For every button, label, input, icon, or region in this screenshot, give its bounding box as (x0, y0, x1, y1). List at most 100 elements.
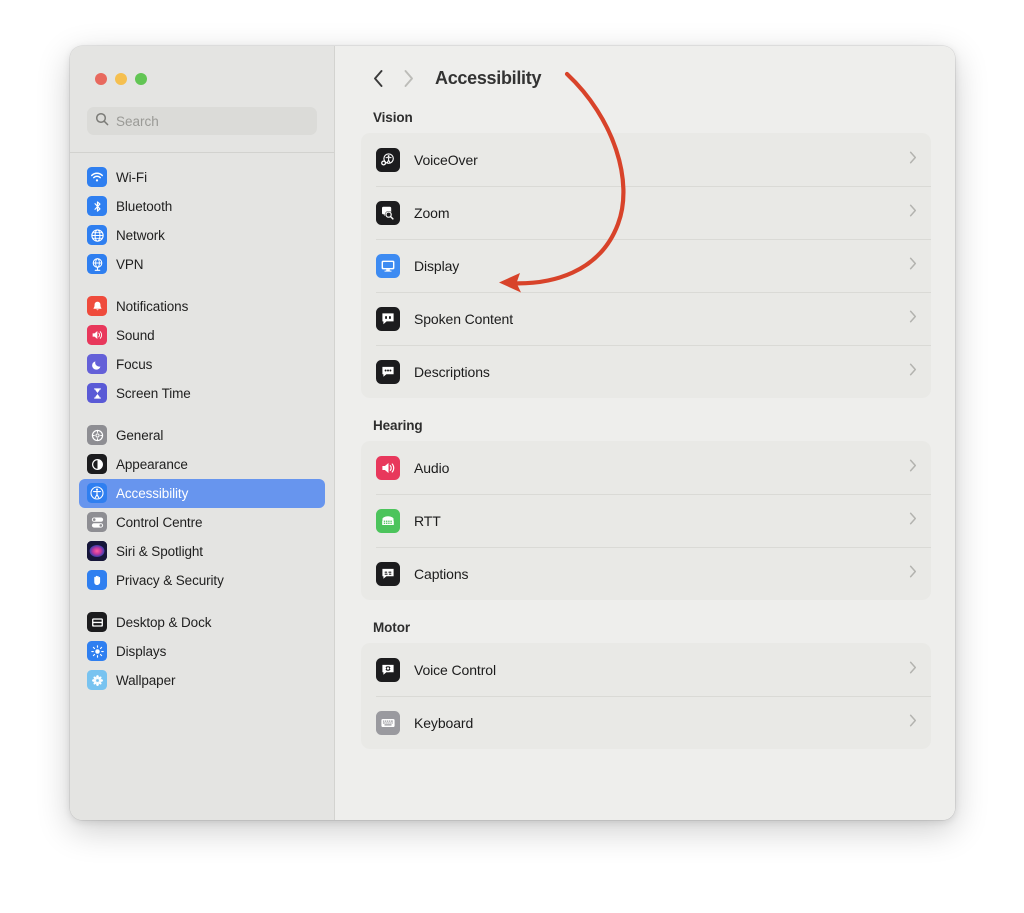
sidebar-item-desktop-dock[interactable]: Desktop & Dock (79, 608, 325, 637)
display-icon (376, 253, 400, 278)
sidebar-item-control-centre[interactable]: Control Centre (79, 508, 325, 537)
row-label: VoiceOver (414, 151, 478, 168)
voice-control-icon (376, 657, 400, 682)
row-label: Voice Control (414, 661, 496, 678)
chevron-right-icon (909, 661, 917, 679)
section-title: Hearing (373, 418, 423, 433)
search-input[interactable] (116, 113, 309, 129)
sidebar-item-label: Bluetooth (116, 198, 173, 214)
navigation-bar: Accessibility (361, 46, 931, 110)
row-label: Display (414, 257, 460, 274)
search-icon (95, 112, 109, 131)
section-motor: Motor Voice Control Keyboard (361, 620, 931, 749)
sidebar-item-label: Desktop & Dock (116, 614, 212, 630)
chevron-right-icon (909, 714, 917, 732)
general-icon (87, 425, 107, 445)
network-icon (87, 225, 107, 245)
close-button[interactable] (95, 73, 107, 85)
forward-button[interactable] (393, 69, 423, 88)
row-rtt[interactable]: RTT (361, 494, 931, 547)
row-label: Descriptions (414, 363, 490, 380)
row-spoken-content[interactable]: Spoken Content (361, 292, 931, 345)
section-vision: Vision VoiceOver Zoom Display Spoken Con… (361, 110, 931, 398)
section-title: Vision (373, 110, 413, 125)
minimize-button[interactable] (115, 73, 127, 85)
chevron-right-icon (909, 565, 917, 583)
sidebar-item-label: Network (116, 227, 165, 243)
back-button[interactable] (363, 69, 393, 88)
window-controls (70, 46, 334, 85)
row-label: Spoken Content (414, 310, 514, 327)
system-settings-window: Wi-Fi Bluetooth (70, 46, 955, 820)
appearance-icon (87, 454, 107, 474)
audio-icon (376, 455, 400, 480)
notifications-icon (87, 296, 107, 316)
sidebar-item-bluetooth[interactable]: Bluetooth (79, 192, 325, 221)
section-hearing: Hearing Audio RTT Captions (361, 418, 931, 600)
settings-card: VoiceOver Zoom Display Spoken Content De… (361, 133, 931, 398)
sidebar-item-focus[interactable]: Focus (79, 350, 325, 379)
voiceover-icon (376, 147, 400, 172)
rtt-icon (376, 508, 400, 533)
chevron-right-icon (909, 257, 917, 275)
bluetooth-icon (87, 196, 107, 216)
chevron-left-icon (372, 69, 385, 88)
sidebar-item-siri-spotlight[interactable]: Siri & Spotlight (79, 537, 325, 566)
control-centre-icon (87, 512, 107, 532)
desktop-dock-icon (87, 612, 107, 632)
screen-time-icon (87, 383, 107, 403)
settings-card: Audio RTT Captions (361, 441, 931, 600)
sidebar-item-label: Accessibility (116, 485, 189, 501)
row-display[interactable]: Display (361, 239, 931, 292)
sidebar-item-label: Notifications (116, 298, 189, 314)
sidebar-item-general[interactable]: General (79, 421, 325, 450)
row-label: Zoom (414, 204, 450, 221)
row-audio[interactable]: Audio (361, 441, 931, 494)
row-label: RTT (414, 512, 441, 529)
sidebar-item-label: Wallpaper (116, 672, 176, 688)
row-voiceover[interactable]: VoiceOver (361, 133, 931, 186)
sidebar-item-label: Focus (116, 356, 153, 372)
row-keyboard[interactable]: Keyboard (361, 696, 931, 749)
sidebar-item-vpn[interactable]: VPN (79, 250, 325, 279)
row-label: Audio (414, 459, 450, 476)
sidebar-item-accessibility[interactable]: Accessibility (79, 478, 325, 508)
sidebar-item-wi-fi[interactable]: Wi-Fi (79, 163, 325, 192)
privacy-icon (87, 570, 107, 590)
row-label: Captions (414, 565, 469, 582)
sidebar-item-wallpaper[interactable]: Wallpaper (79, 666, 325, 695)
row-descriptions[interactable]: Descriptions (361, 345, 931, 398)
sidebar-item-network[interactable]: Network (79, 221, 325, 250)
chevron-right-icon (909, 310, 917, 328)
sidebar-item-sound[interactable]: Sound (79, 321, 325, 350)
sidebar-item-privacy-security[interactable]: Privacy & Security (79, 566, 325, 595)
sidebar-item-displays[interactable]: Displays (79, 637, 325, 666)
chevron-right-icon (909, 363, 917, 381)
siri-icon (87, 541, 107, 561)
accessibility-icon (87, 483, 107, 503)
row-voice-control[interactable]: Voice Control (361, 643, 931, 696)
row-label: Keyboard (414, 714, 474, 731)
keyboard-icon (376, 710, 400, 735)
row-zoom[interactable]: Zoom (361, 186, 931, 239)
section-title: Motor (373, 620, 410, 635)
search-box[interactable] (87, 107, 317, 135)
sidebar-item-label: Control Centre (116, 514, 203, 530)
search-container (70, 85, 334, 135)
sidebar-item-screen-time[interactable]: Screen Time (79, 379, 325, 408)
captions-icon (376, 561, 400, 586)
chevron-right-icon (909, 204, 917, 222)
sidebar-group-system: General Appearance Accessibility Control… (79, 421, 325, 595)
sidebar-group-network: Wi-Fi Bluetooth Network VPN (79, 163, 325, 279)
wifi-icon (87, 167, 107, 187)
vpn-icon (87, 254, 107, 274)
chevron-right-icon (909, 151, 917, 169)
sidebar-item-notifications[interactable]: Notifications (79, 292, 325, 321)
sidebar-item-label: Appearance (116, 456, 188, 472)
chevron-right-icon (909, 512, 917, 530)
row-captions[interactable]: Captions (361, 547, 931, 600)
wallpaper-icon (87, 670, 107, 690)
sidebar-item-appearance[interactable]: Appearance (79, 450, 325, 479)
maximize-button[interactable] (135, 73, 147, 85)
sidebar-item-label: Wi-Fi (116, 169, 147, 185)
